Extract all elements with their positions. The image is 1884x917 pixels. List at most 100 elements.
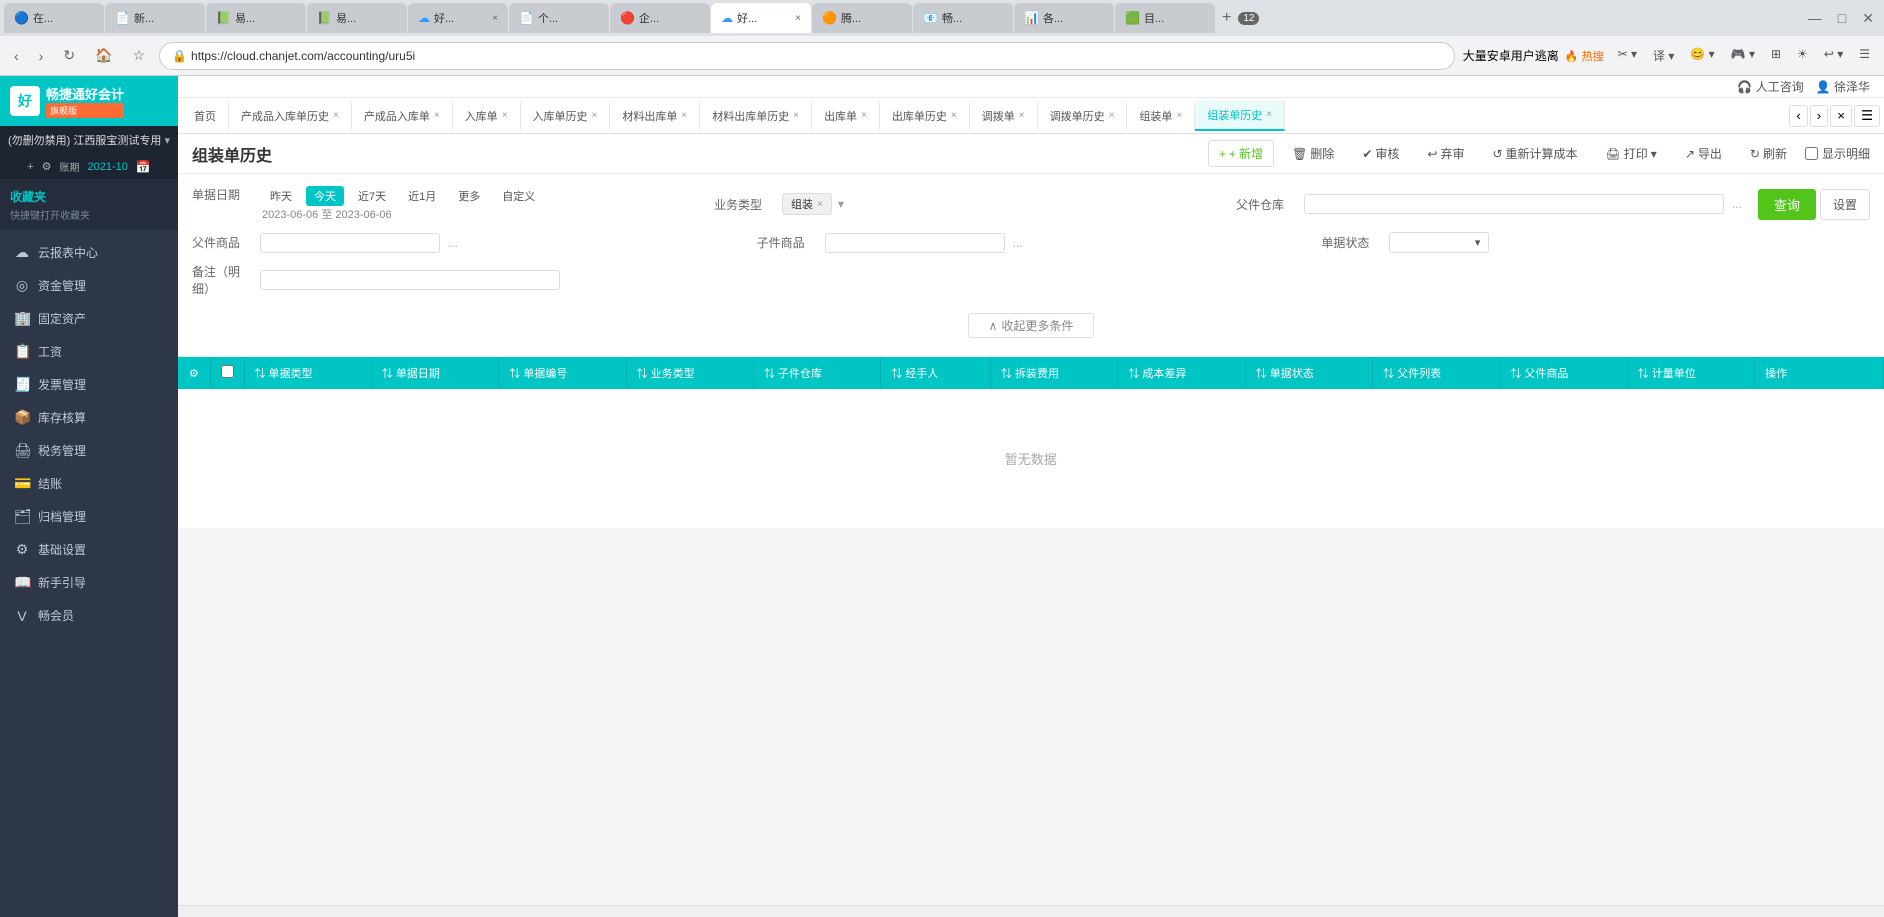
sub-tab-material-out-close[interactable]: × [681, 110, 687, 121]
th-status[interactable]: ⇅ 单据状态 [1245, 357, 1372, 389]
sub-tab-transfer-history[interactable]: 调拨单历史 × [1038, 102, 1128, 130]
sub-tab-inbound-history[interactable]: 入库单历史 × [521, 102, 611, 130]
refresh-button[interactable]: ↻ 刷新 [1740, 141, 1797, 166]
select-all-checkbox[interactable] [221, 365, 234, 378]
filter-settings-button[interactable]: 设置 [1820, 189, 1870, 220]
sidebar-item-inventory[interactable]: 📦 库存核算 [0, 401, 178, 434]
tab-9[interactable]: 🟠 腾... [812, 3, 912, 33]
tab-scroll-left[interactable]: ‹ [1789, 105, 1807, 127]
sidebar-item-payroll[interactable]: 📋 工资 [0, 335, 178, 368]
tab-11[interactable]: 📊 各... [1014, 3, 1114, 33]
new-button[interactable]: + + 新增 [1208, 140, 1274, 167]
sub-tab-material-out[interactable]: 材料出库单 × [610, 102, 700, 130]
user-avatar[interactable]: 👤 徐泽华 [1816, 78, 1870, 95]
th-date[interactable]: ⇅ 单据日期 [371, 357, 498, 389]
print-button[interactable]: 🖨 打印 ▾ [1596, 141, 1667, 166]
parent-goods-input[interactable] [260, 233, 440, 253]
sub-tab-material-out-history-close[interactable]: × [793, 110, 799, 121]
date-custom[interactable]: 自定义 [494, 186, 543, 206]
customer-service-btn[interactable]: 🎧 人工咨询 [1737, 78, 1803, 95]
show-detail-checkbox[interactable] [1805, 147, 1818, 160]
th-settings[interactable]: ⚙ [178, 357, 210, 389]
th-handler[interactable]: ⇅ 经手人 [881, 357, 991, 389]
hot-search-label[interactable]: 🔥 热搜 [1565, 48, 1604, 64]
sidebar-item-invoice[interactable]: 🧾 发票管理 [0, 368, 178, 401]
period-value[interactable]: 2021-10 [87, 161, 127, 173]
company-selector[interactable]: (勿删勿禁用) 江西服宝测试专用 ▾ [0, 126, 178, 154]
sub-tab-outbound[interactable]: 出库单 × [812, 102, 880, 130]
status-select[interactable]: ▾ [1389, 232, 1489, 253]
query-button[interactable]: 查询 [1758, 189, 1816, 220]
tab-8[interactable]: ☁ 好... × [711, 3, 811, 33]
sub-tab-inbound-close[interactable]: × [502, 110, 508, 121]
back-button[interactable]: ‹ [8, 46, 25, 66]
home-button[interactable]: 🏠 [89, 45, 118, 66]
date-more[interactable]: 更多 [450, 186, 488, 206]
sidebar-item-tax[interactable]: 🖨 税务管理 [0, 434, 178, 467]
date-today[interactable]: 今天 [306, 186, 344, 206]
history-icon[interactable]: ↩ ▾ [1818, 45, 1849, 66]
sub-tab-home[interactable]: 首页 [182, 102, 229, 130]
th-biz-type[interactable]: ⇅ 业务类型 [626, 357, 753, 389]
sub-tab-finished-close[interactable]: × [434, 110, 440, 121]
business-type-tag-remove[interactable]: × [817, 199, 823, 210]
sub-tab-outbound-history[interactable]: 出库单历史 × [880, 102, 970, 130]
export-button[interactable]: ↗ 导出 [1675, 141, 1732, 166]
sidebar-item-cloud-report[interactable]: ☁ 云报表中心 [0, 236, 178, 269]
abandon-button[interactable]: ↩ 弃审 [1417, 141, 1474, 166]
minimize-button[interactable]: — [1802, 8, 1828, 28]
remark-input[interactable] [260, 270, 560, 290]
th-cost-diff[interactable]: ⇅ 成本差异 [1118, 357, 1245, 389]
sub-tab-finished-history[interactable]: 产成品入库单历史 × [229, 102, 352, 130]
maximize-button[interactable]: □ [1832, 8, 1852, 28]
parent-goods-dots[interactable]: ... [448, 236, 458, 250]
sub-tab-assembly[interactable]: 组装单 × [1127, 102, 1195, 130]
sub-tab-transfer[interactable]: 调拨单 × [970, 102, 1038, 130]
sidebar-item-fund-mgmt[interactable]: ◎ 资金管理 [0, 269, 178, 302]
reload-button[interactable]: ↻ [57, 45, 81, 66]
recalc-button[interactable]: ↺ 重新计算成本 [1482, 141, 1587, 166]
th-sub-warehouse[interactable]: ⇅ 子件仓库 [753, 357, 880, 389]
date-yesterday[interactable]: 昨天 [262, 186, 300, 206]
url-bar[interactable]: 🔒 https://cloud.chanjet.com/accounting/u… [159, 42, 1455, 70]
parent-warehouse-input[interactable] [1304, 194, 1724, 214]
sub-tab-transfer-close[interactable]: × [1019, 110, 1025, 121]
sub-tab-outbound-close[interactable]: × [861, 110, 867, 121]
date-7days[interactable]: 近7天 [350, 186, 394, 206]
sub-goods-dots[interactable]: ... [1013, 236, 1023, 250]
column-settings-icon[interactable]: ⚙ [189, 368, 199, 380]
table-container[interactable]: ⚙ ⇅ 单据类型 ⇅ 单据日期 ⇅ 单据编号 [178, 357, 1884, 905]
tab-close-current[interactable]: × [1830, 105, 1852, 127]
tab-8-close[interactable]: × [795, 13, 801, 24]
sidebar-item-checkout[interactable]: 💳 结账 [0, 467, 178, 500]
cut-icon[interactable]: ✂ ▾ [1612, 45, 1643, 66]
sidebar-item-archive[interactable]: 🗂 归档管理 [0, 500, 178, 533]
translate-icon[interactable]: 译 ▾ [1647, 45, 1680, 66]
game-icon[interactable]: 🎮 ▾ [1725, 45, 1761, 66]
tab-scroll-right[interactable]: › [1810, 105, 1828, 127]
th-disassemble-fee[interactable]: ⇅ 拆装费用 [990, 357, 1117, 389]
tab-12[interactable]: 🟩 目... [1115, 3, 1215, 33]
show-detail-toggle[interactable]: 显示明细 [1805, 145, 1870, 162]
th-type[interactable]: ⇅ 单据类型 [244, 357, 371, 389]
sidebar-item-guide[interactable]: 📖 新手引导 [0, 566, 178, 599]
tab-6[interactable]: 📄 个... [509, 3, 609, 33]
parent-warehouse-dots[interactable]: ... [1732, 197, 1742, 211]
emoji-icon[interactable]: 😊 ▾ [1684, 45, 1720, 66]
tab-10[interactable]: 📧 畅... [913, 3, 1013, 33]
review-button[interactable]: ✔ 审核 [1352, 141, 1409, 166]
sub-tab-transfer-history-close[interactable]: × [1109, 110, 1115, 121]
delete-button[interactable]: 🗑 删除 [1282, 141, 1344, 166]
tab-4[interactable]: 📗 易... [307, 3, 407, 33]
sidebar-item-settings[interactable]: ⚙ 基础设置 [0, 533, 178, 566]
sub-tab-inbound[interactable]: 入库单 × [453, 102, 521, 130]
horizontal-scrollbar[interactable] [178, 905, 1884, 917]
bookmark-button[interactable]: ☆ [127, 45, 152, 66]
th-parent-goods[interactable]: ⇅ 父件商品 [1500, 357, 1627, 389]
sub-tab-finished[interactable]: 产成品入库单 × [352, 102, 453, 130]
date-1month[interactable]: 近1月 [400, 186, 444, 206]
sub-tab-assembly-history[interactable]: 组装单历史 × [1195, 101, 1285, 131]
tab-5-close[interactable]: × [492, 13, 498, 24]
tab-7[interactable]: 🔴 企... [610, 3, 710, 33]
sub-tab-assembly-close[interactable]: × [1176, 110, 1182, 121]
